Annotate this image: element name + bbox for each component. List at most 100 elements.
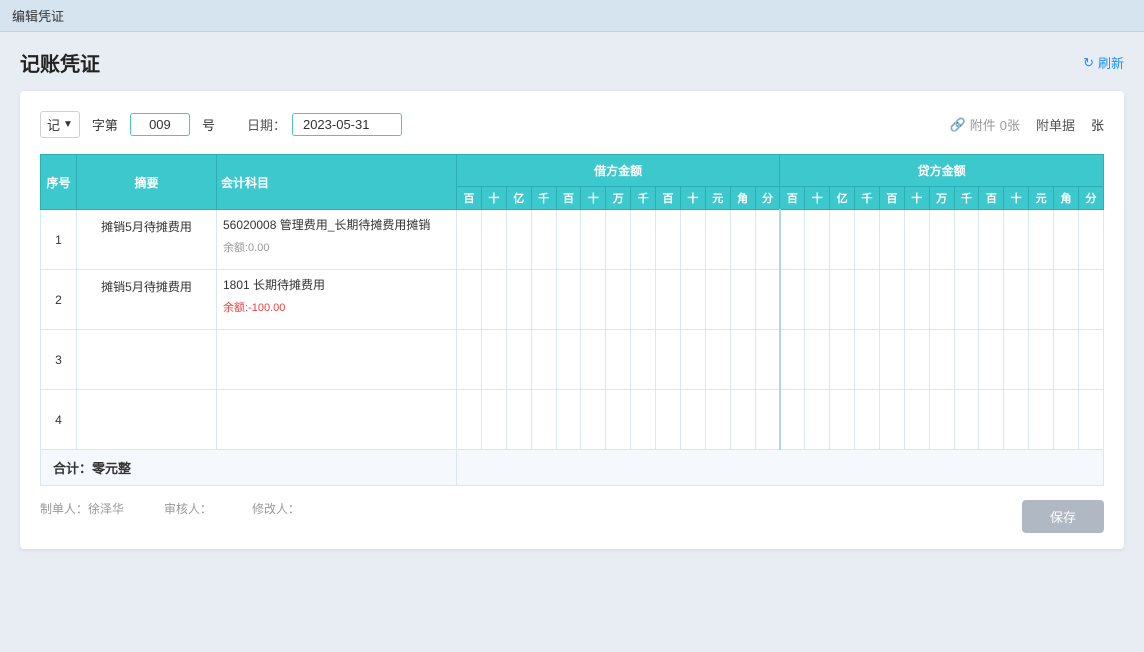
cell-summary-2[interactable] (77, 330, 217, 390)
cell-money-3-17[interactable] (879, 390, 904, 450)
cell-money-2-6[interactable] (606, 330, 631, 390)
cell-money-2-18[interactable] (904, 330, 929, 390)
cell-money-3-9[interactable] (680, 390, 705, 450)
cell-money-0-12[interactable] (755, 210, 780, 270)
cell-money-3-23[interactable] (1029, 390, 1054, 450)
cell-money-2-16[interactable] (855, 330, 880, 390)
cell-money-0-0[interactable] (457, 210, 482, 270)
cell-money-2-10[interactable] (705, 330, 730, 390)
cell-money-2-24[interactable] (1054, 330, 1079, 390)
cell-money-3-14[interactable] (805, 390, 830, 450)
cell-money-1-4[interactable] (556, 270, 581, 330)
cell-money-0-23[interactable] (1029, 210, 1054, 270)
save-button[interactable]: 保存 (1022, 500, 1104, 533)
cell-money-3-12[interactable] (755, 390, 780, 450)
cell-money-1-0[interactable] (457, 270, 482, 330)
cell-money-1-2[interactable] (506, 270, 531, 330)
cell-money-3-7[interactable] (631, 390, 656, 450)
cell-account-2[interactable] (217, 330, 457, 390)
cell-money-3-18[interactable] (904, 390, 929, 450)
cell-money-0-7[interactable] (631, 210, 656, 270)
cell-money-0-8[interactable] (656, 210, 681, 270)
cell-money-1-7[interactable] (631, 270, 656, 330)
cell-money-3-10[interactable] (705, 390, 730, 450)
cell-money-1-18[interactable] (904, 270, 929, 330)
cell-money-3-20[interactable] (954, 390, 979, 450)
cell-money-2-5[interactable] (581, 330, 606, 390)
cell-money-3-21[interactable] (979, 390, 1004, 450)
refresh-button[interactable]: ↻ 刷新 (1083, 53, 1124, 72)
cell-money-1-10[interactable] (705, 270, 730, 330)
cell-money-2-7[interactable] (631, 330, 656, 390)
cell-money-0-19[interactable] (929, 210, 954, 270)
cell-money-2-17[interactable] (879, 330, 904, 390)
cell-money-2-20[interactable] (954, 330, 979, 390)
cell-money-0-9[interactable] (680, 210, 705, 270)
cell-money-3-4[interactable] (556, 390, 581, 450)
cell-money-0-2[interactable] (506, 210, 531, 270)
cell-money-1-12[interactable] (755, 270, 780, 330)
cell-money-2-19[interactable] (929, 330, 954, 390)
cell-money-0-18[interactable] (904, 210, 929, 270)
cell-account-0[interactable]: 56020008 管理费用_长期待摊费用摊销余额:0.00 (217, 210, 457, 270)
cell-money-1-20[interactable] (954, 270, 979, 330)
cell-money-2-8[interactable] (656, 330, 681, 390)
cell-money-1-15[interactable] (830, 270, 855, 330)
cell-money-0-20[interactable] (954, 210, 979, 270)
cell-money-2-3[interactable] (531, 330, 556, 390)
cell-money-3-13[interactable] (780, 390, 805, 450)
cell-money-2-4[interactable] (556, 330, 581, 390)
cell-money-3-5[interactable] (581, 390, 606, 450)
cell-money-1-25[interactable] (1078, 270, 1103, 330)
cell-money-2-15[interactable] (830, 330, 855, 390)
cell-money-1-1[interactable] (481, 270, 506, 330)
cell-money-0-13[interactable] (780, 210, 805, 270)
cell-money-3-11[interactable] (730, 390, 755, 450)
cell-summary-3[interactable] (77, 390, 217, 450)
cell-money-0-15[interactable] (830, 210, 855, 270)
cell-money-3-3[interactable] (531, 390, 556, 450)
cell-money-1-5[interactable] (581, 270, 606, 330)
cell-money-0-4[interactable] (556, 210, 581, 270)
cell-money-3-25[interactable] (1078, 390, 1103, 450)
cell-money-1-22[interactable] (1004, 270, 1029, 330)
cell-money-2-22[interactable] (1004, 330, 1029, 390)
cell-account-3[interactable] (217, 390, 457, 450)
cell-money-0-22[interactable] (1004, 210, 1029, 270)
cell-money-1-23[interactable] (1029, 270, 1054, 330)
cell-money-3-22[interactable] (1004, 390, 1029, 450)
cell-money-1-6[interactable] (606, 270, 631, 330)
cell-money-3-19[interactable] (929, 390, 954, 450)
cell-money-1-14[interactable] (805, 270, 830, 330)
cell-money-1-3[interactable] (531, 270, 556, 330)
cell-money-3-1[interactable] (481, 390, 506, 450)
cell-money-2-1[interactable] (481, 330, 506, 390)
cell-account-1[interactable]: 1801 长期待摊费用余额:-100.00 (217, 270, 457, 330)
cell-money-1-17[interactable] (879, 270, 904, 330)
cell-money-0-17[interactable] (879, 210, 904, 270)
cell-money-3-2[interactable] (506, 390, 531, 450)
cell-money-1-21[interactable] (979, 270, 1004, 330)
cell-money-3-6[interactable] (606, 390, 631, 450)
cell-money-0-10[interactable] (705, 210, 730, 270)
cell-money-0-5[interactable] (581, 210, 606, 270)
cell-money-2-23[interactable] (1029, 330, 1054, 390)
attachment-link[interactable]: 🔗 附件 0张 (950, 115, 1020, 134)
cell-money-1-11[interactable] (730, 270, 755, 330)
cell-money-0-16[interactable] (855, 210, 880, 270)
cell-money-0-21[interactable] (979, 210, 1004, 270)
cell-summary-1[interactable]: 摊销5月待摊费用 (77, 270, 217, 330)
number-input[interactable] (130, 113, 190, 136)
type-select[interactable]: 记 ▼ (40, 111, 80, 138)
cell-money-2-2[interactable] (506, 330, 531, 390)
cell-money-0-14[interactable] (805, 210, 830, 270)
cell-money-1-13[interactable] (780, 270, 805, 330)
cell-money-2-11[interactable] (730, 330, 755, 390)
cell-money-1-8[interactable] (656, 270, 681, 330)
cell-money-2-25[interactable] (1078, 330, 1103, 390)
cell-money-3-16[interactable] (855, 390, 880, 450)
cell-money-3-8[interactable] (656, 390, 681, 450)
cell-summary-0[interactable]: 摊销5月待摊费用 (77, 210, 217, 270)
cell-money-2-0[interactable] (457, 330, 482, 390)
cell-money-1-24[interactable] (1054, 270, 1079, 330)
